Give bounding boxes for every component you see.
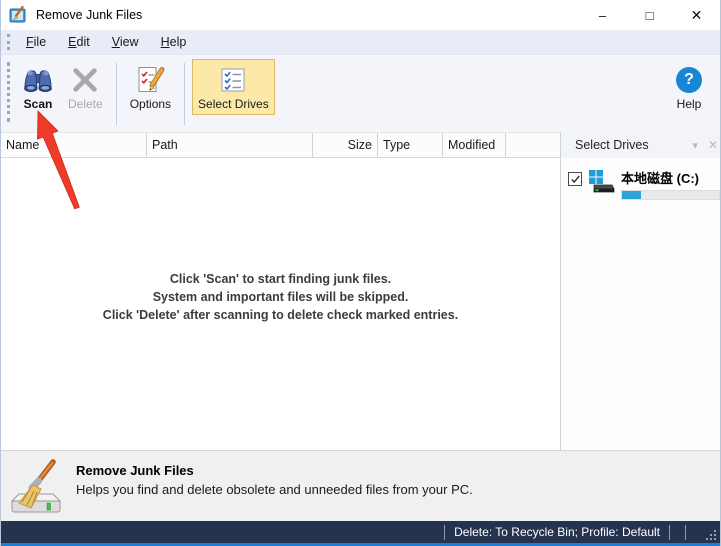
drives-panel-title: Select Drives (575, 138, 649, 152)
drives-panel-header: Select Drives ▾ ✕ (561, 132, 720, 158)
menu-file[interactable]: File (15, 32, 57, 52)
help-button-label: Help (676, 97, 702, 111)
toolbar: Scan Delete Options Select Drives ? Help (1, 55, 720, 132)
about-info-panel: Remove Junk Files Helps you find and del… (1, 450, 720, 521)
select-drives-button-label: Select Drives (198, 97, 269, 111)
delete-x-icon (69, 64, 101, 96)
empty-message-line1: Click 'Scan' to start finding junk files… (169, 272, 392, 286)
toolbar-separator (115, 63, 117, 125)
minimize-button[interactable]: – (579, 0, 626, 30)
column-header-path[interactable]: Path (147, 133, 313, 157)
drive-broom-icon (11, 459, 62, 513)
options-page-pencil-icon (134, 64, 166, 96)
menu-view[interactable]: View (101, 32, 150, 52)
checkmark-icon (570, 175, 580, 183)
column-header-modified[interactable]: Modified (443, 133, 506, 157)
info-title: Remove Junk Files (76, 463, 194, 478)
content-area: Name Path Size Type Modified Click 'Scan… (1, 132, 720, 450)
info-description: Helps you find and delete obsolete and u… (76, 482, 473, 497)
panel-collapse-icon[interactable]: ▾ (687, 139, 703, 152)
empty-message-line2: System and important files will be skipp… (152, 290, 409, 304)
menubar-grip-handle[interactable] (7, 34, 10, 50)
select-drives-panel: Select Drives ▾ ✕ 本地磁盘 (C:) (560, 132, 720, 450)
toolbar-separator (184, 63, 186, 125)
statusbar-separator (669, 524, 670, 540)
options-button[interactable]: Options (124, 59, 177, 115)
close-button[interactable]: ✕ (673, 0, 720, 30)
resize-grip[interactable] (686, 521, 720, 543)
title-bar: Remove Junk Files – □ ✕ (1, 0, 720, 30)
toolbar-grip-handle[interactable] (7, 62, 10, 122)
status-bar: Delete: To Recycle Bin; Profile: Default (1, 521, 720, 543)
app-window: Remove Junk Files – □ ✕ File Edit View H… (0, 0, 721, 546)
menu-bar: File Edit View Help (1, 30, 720, 55)
delete-button-label: Delete (68, 97, 103, 111)
column-header-filler (506, 133, 560, 157)
drive-info: 本地磁盘 (C:) (621, 168, 720, 200)
empty-state-message: Click 'Scan' to start finding junk files… (1, 270, 560, 324)
window-title: Remove Junk Files (36, 8, 143, 22)
help-question-icon: ? (673, 64, 705, 96)
statusbar-message: Delete: To Recycle Bin; Profile: Default (454, 525, 660, 539)
empty-message-line3: Click 'Delete' after scanning to delete … (102, 308, 459, 322)
select-drives-button[interactable]: Select Drives (192, 59, 275, 116)
panel-close-icon[interactable]: ✕ (703, 138, 718, 152)
app-icon (9, 6, 26, 23)
window-controls: – □ ✕ (579, 0, 720, 30)
maximize-button[interactable]: □ (626, 0, 673, 30)
results-list: Name Path Size Type Modified Click 'Scan… (1, 132, 560, 450)
drive-name-label: 本地磁盘 (C:) (621, 171, 699, 186)
drive-usage-bar (621, 190, 720, 200)
drive-usage-fill (622, 191, 642, 199)
options-button-label: Options (129, 97, 172, 111)
column-header-name[interactable]: Name (1, 133, 147, 157)
drive-list-item[interactable]: 本地磁盘 (C:) (561, 158, 720, 200)
delete-button[interactable]: Delete (62, 59, 109, 115)
windows-drive-icon (589, 170, 615, 193)
scan-button[interactable]: Scan (16, 59, 60, 115)
column-header-type[interactable]: Type (378, 133, 443, 157)
column-header-size[interactable]: Size (313, 133, 378, 157)
menu-help[interactable]: Help (150, 32, 198, 52)
list-column-headers: Name Path Size Type Modified (1, 132, 560, 158)
binoculars-icon (22, 64, 54, 96)
help-button[interactable]: ? Help (667, 59, 711, 115)
scan-button-label: Scan (23, 97, 53, 111)
list-body: Click 'Scan' to start finding junk files… (1, 158, 560, 450)
checklist-icon (217, 64, 249, 96)
drive-checkbox[interactable] (568, 172, 582, 186)
info-text-block: Remove Junk Files Helps you find and del… (76, 463, 473, 516)
menu-edit[interactable]: Edit (57, 32, 101, 52)
